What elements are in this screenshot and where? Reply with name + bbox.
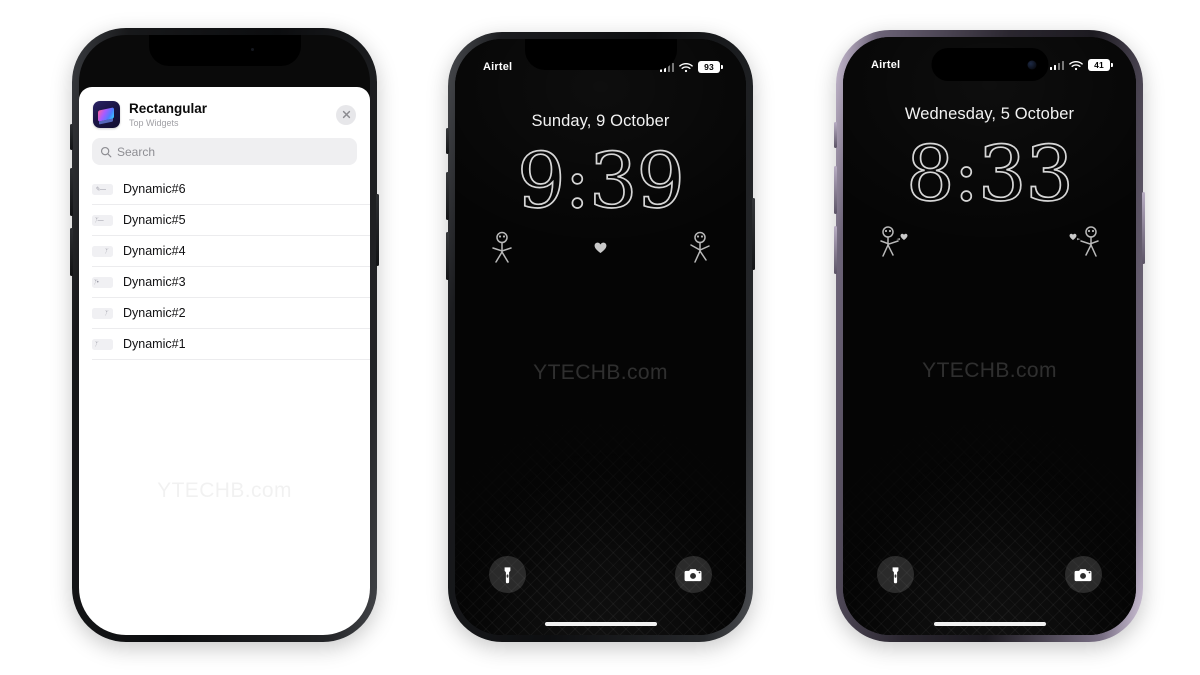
list-item-label: Dynamic#1	[123, 337, 186, 351]
volume-down-button[interactable]	[834, 226, 837, 274]
flashlight-icon	[504, 566, 511, 583]
mute-switch[interactable]	[70, 124, 73, 150]
flashlight-button[interactable]	[489, 556, 526, 593]
search-field-wrapper: Search	[79, 138, 370, 174]
list-item-label: Dynamic#6	[123, 182, 186, 196]
list-item-label: Dynamic#3	[123, 275, 186, 289]
top-widgets-app-icon	[93, 101, 120, 128]
stick-figure-blowing-kiss-icon	[1069, 226, 1099, 257]
heart-widget[interactable]	[594, 242, 607, 254]
dynamic-3-preview: ᛉ•	[92, 276, 113, 288]
flashlight-button[interactable]	[877, 556, 914, 593]
heart-icon	[594, 242, 607, 254]
home-indicator[interactable]	[544, 621, 657, 626]
lock-screen-clock: 8:33	[905, 129, 1074, 218]
notch	[148, 35, 301, 66]
volume-down-button[interactable]	[70, 228, 73, 276]
dynamic-6-preview: ✎—	[92, 183, 113, 195]
watermark: YTECHB.com	[533, 361, 668, 384]
phone-right-screen: Airtel 41 Wednesday, 5 October 8:33 YTEC…	[843, 37, 1136, 635]
camera-button[interactable]	[1065, 556, 1102, 593]
home-indicator[interactable]	[933, 621, 1046, 626]
list-item[interactable]: ᛉ Dynamic#1	[92, 329, 370, 360]
front-camera-dot	[250, 48, 254, 51]
list-item[interactable]: ᛉ• Dynamic#3	[92, 267, 370, 298]
stick-figure-blow-kiss-right-widget[interactable]	[1056, 225, 1102, 259]
dynamic-island	[931, 48, 1048, 81]
carrier-label: Airtel	[483, 61, 513, 73]
power-button[interactable]	[376, 194, 379, 266]
list-item[interactable]: ᛉ— Dynamic#5	[92, 205, 370, 236]
dynamic-4-preview: ᛉ	[92, 245, 113, 257]
mute-switch[interactable]	[834, 122, 837, 148]
search-input[interactable]: Search	[92, 138, 357, 165]
search-icon	[100, 146, 112, 157]
volume-up-button[interactable]	[834, 166, 837, 214]
phone-middle: Airtel 93 Sunday, 9 October 9:39 YTECHB.…	[446, 32, 755, 642]
flashlight-icon	[892, 566, 899, 583]
widget-picker-header: Rectangular Top Widgets	[79, 87, 370, 138]
list-item-label: Dynamic#4	[123, 244, 186, 258]
search-placeholder: Search	[117, 144, 156, 159]
power-button[interactable]	[1142, 192, 1145, 264]
volume-down-button[interactable]	[446, 232, 449, 280]
lock-screen-date: Sunday, 9 October	[531, 112, 670, 130]
phone-left: Rectangular Top Widgets Search ✎— Dynami…	[70, 28, 379, 642]
wallpaper	[843, 37, 1136, 635]
list-item-label: Dynamic#2	[123, 306, 186, 320]
list-item[interactable]: ᛉ Dynamic#2	[92, 298, 370, 329]
power-button[interactable]	[752, 198, 755, 270]
camera-button[interactable]	[675, 556, 712, 593]
stick-figure-icon	[492, 231, 512, 263]
list-item[interactable]: ✎— Dynamic#6	[92, 174, 370, 205]
dynamic-2-preview: ᛉ	[92, 307, 113, 319]
screenshot-canvas: Rectangular Top Widgets Search ✎— Dynami…	[0, 0, 1200, 675]
camera-icon	[1074, 568, 1092, 581]
widget-list: ✎— Dynamic#6 ᛉ— Dynamic#5 ᛉ Dynamic#4 ᛉ•…	[79, 174, 370, 360]
watermark: YTECHB.com	[157, 479, 292, 502]
battery-indicator: 93	[698, 61, 723, 73]
cellular-bars-icon	[1049, 60, 1064, 70]
volume-up-button[interactable]	[70, 168, 73, 216]
status-bar-right: 41	[1049, 59, 1113, 71]
lock-screen-widget-row	[489, 231, 712, 265]
phone-middle-screen: Airtel 93 Sunday, 9 October 9:39 YTECHB.…	[455, 39, 746, 635]
phone-left-screen: Rectangular Top Widgets Search ✎— Dynami…	[79, 35, 370, 635]
widget-picker-sheet: Rectangular Top Widgets Search ✎— Dynami…	[79, 87, 370, 635]
widget-picker-title: Rectangular	[129, 101, 208, 117]
watermark: YTECHB.com	[922, 359, 1057, 382]
lock-screen-date: Wednesday, 5 October	[904, 105, 1075, 123]
notch	[524, 39, 677, 70]
lock-screen-widget-row	[877, 225, 1102, 259]
lock-screen-shortcuts	[489, 556, 712, 593]
wifi-icon	[679, 62, 693, 72]
list-item[interactable]: ᛉ Dynamic#4	[92, 236, 370, 267]
close-icon	[342, 110, 350, 119]
phone-right: Airtel 41 Wednesday, 5 October 8:33 YTEC…	[834, 30, 1145, 642]
stick-figure-right-widget[interactable]	[686, 231, 712, 265]
wifi-icon	[1069, 60, 1083, 70]
list-item-label: Dynamic#5	[123, 213, 186, 227]
stick-figure-blowing-kiss-icon	[880, 226, 908, 257]
lock-screen-clock: 9:39	[516, 136, 685, 225]
dynamic-1-preview: ᛉ	[92, 338, 113, 350]
widget-picker-titles: Rectangular Top Widgets	[129, 101, 336, 128]
dynamic-5-preview: ᛉ—	[92, 214, 113, 226]
volume-up-button[interactable]	[446, 172, 449, 220]
stick-figure-left-widget[interactable]	[489, 231, 515, 265]
stick-figure-blow-kiss-left-widget[interactable]	[877, 225, 923, 259]
camera-icon	[684, 568, 702, 581]
carrier-label: Airtel	[871, 59, 901, 71]
widget-picker-subtitle: Top Widgets	[129, 117, 179, 128]
lock-screen-shortcuts	[877, 556, 1102, 593]
battery-indicator: 41	[1088, 59, 1113, 71]
front-camera-icon	[1027, 60, 1036, 69]
mute-switch[interactable]	[446, 128, 449, 154]
close-button[interactable]	[336, 104, 356, 125]
stick-figure-icon	[690, 231, 710, 263]
